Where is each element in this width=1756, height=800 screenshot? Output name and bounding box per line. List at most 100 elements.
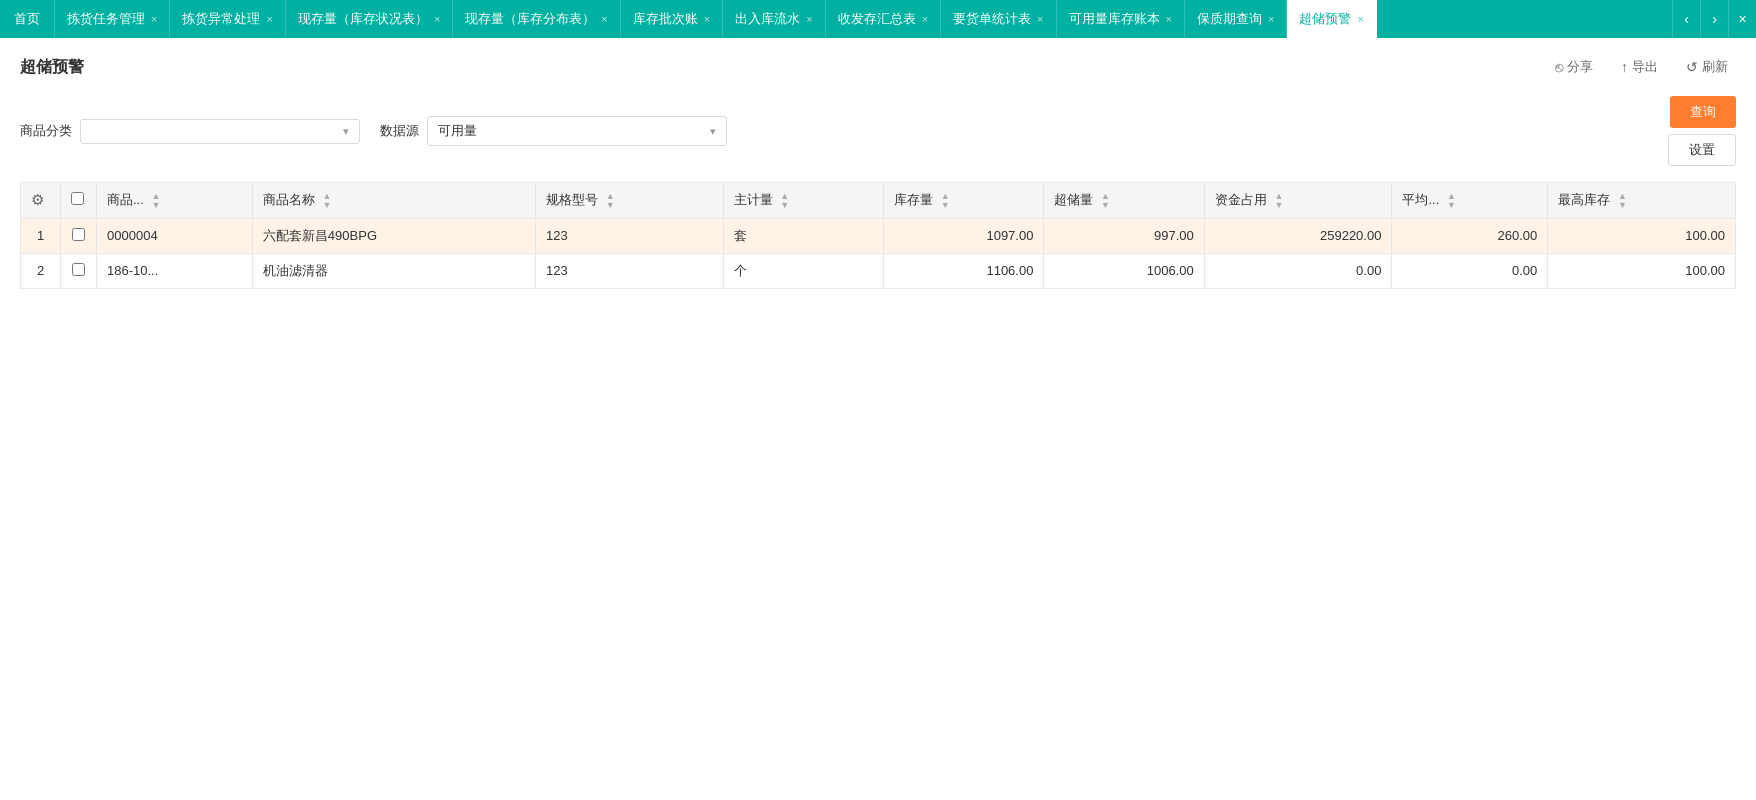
row-unit: 套 xyxy=(723,218,883,253)
nav-tab-8[interactable]: 可用量库存账本 × xyxy=(1057,0,1185,38)
table-row: 2 186-10... 机油滤清器 123 个 1106.00 1006.00 … xyxy=(21,253,1736,288)
row-code: 186-10... xyxy=(97,253,253,288)
close-tab-4-icon[interactable]: × xyxy=(704,13,710,25)
select-all-checkbox[interactable] xyxy=(71,192,84,205)
share-button[interactable]: ⎋ 分享 xyxy=(1547,54,1601,80)
nav-tab-7[interactable]: 要货单统计表 × xyxy=(941,0,1056,38)
th-gear: ⚙ xyxy=(21,183,61,219)
th-checkbox xyxy=(61,183,97,219)
datasource-label: 数据源 xyxy=(380,122,419,140)
close-tab-7-icon[interactable]: × xyxy=(1037,13,1043,25)
refresh-icon: ↺ xyxy=(1686,59,1698,75)
close-tab-10-icon[interactable]: × xyxy=(1357,13,1363,25)
row-over: 997.00 xyxy=(1044,218,1204,253)
sort-avg-icon: ▲▼ xyxy=(1447,192,1456,210)
share-icon: ⎋ xyxy=(1555,59,1563,75)
page-title: 超储预警 xyxy=(20,57,1547,78)
export-icon: ↑ xyxy=(1621,59,1628,75)
table-row: 1 0000004 六配套新昌490BPG 123 套 1097.00 997.… xyxy=(21,218,1736,253)
row-name: 六配套新昌490BPG xyxy=(252,218,535,253)
data-table: ⚙ 商品... ▲▼ 商品名称 ▲▼ 规格型号 ▲▼ 主计 xyxy=(20,182,1736,289)
row-checkbox[interactable] xyxy=(72,228,85,241)
settings-button[interactable]: 设置 xyxy=(1668,134,1736,166)
sort-spec-icon: ▲▼ xyxy=(606,192,615,210)
row-stock: 1106.00 xyxy=(884,253,1044,288)
th-code[interactable]: 商品... ▲▼ xyxy=(97,183,253,219)
page-header: 超储预警 ⎋ 分享 ↑ 导出 ↺ 刷新 xyxy=(20,54,1736,80)
th-max-stock[interactable]: 最高库存 ▲▼ xyxy=(1548,183,1736,219)
row-spec: 123 xyxy=(536,253,724,288)
datasource-chevron-icon: ▾ xyxy=(710,125,716,138)
nav-tab-4[interactable]: 库存批次账 × xyxy=(621,0,723,38)
row-max-stock: 100.00 xyxy=(1548,253,1736,288)
close-tab-3-icon[interactable]: × xyxy=(601,13,607,25)
nav-tab-1[interactable]: 拣货异常处理 × xyxy=(170,0,285,38)
row-checkbox[interactable] xyxy=(72,263,85,276)
th-stock[interactable]: 库存量 ▲▼ xyxy=(884,183,1044,219)
refresh-button[interactable]: ↺ 刷新 xyxy=(1678,54,1736,80)
nav-arrows: ‹ › × xyxy=(1672,0,1756,38)
close-tab-8-icon[interactable]: × xyxy=(1166,13,1172,25)
table-header-row: ⚙ 商品... ▲▼ 商品名称 ▲▼ 规格型号 ▲▼ 主计 xyxy=(21,183,1736,219)
nav-close-button[interactable]: × xyxy=(1728,0,1756,38)
nav-tab-5[interactable]: 出入库流水 × xyxy=(723,0,825,38)
row-checkbox-cell xyxy=(61,218,97,253)
row-checkbox-cell xyxy=(61,253,97,288)
th-over[interactable]: 超储量 ▲▼ xyxy=(1044,183,1204,219)
nav-tab-9[interactable]: 保质期查询 × xyxy=(1185,0,1287,38)
nav-home[interactable]: 首页 xyxy=(0,0,55,38)
row-name: 机油滤清器 xyxy=(252,253,535,288)
datasource-filter: 数据源 可用量 ▾ xyxy=(380,116,727,146)
export-button[interactable]: ↑ 导出 xyxy=(1613,54,1666,80)
query-button[interactable]: 查询 xyxy=(1670,96,1736,128)
row-over: 1006.00 xyxy=(1044,253,1204,288)
close-tab-6-icon[interactable]: × xyxy=(922,13,928,25)
close-tab-5-icon[interactable]: × xyxy=(806,13,812,25)
nav-tab-2[interactable]: 现存量（库存状况表） × xyxy=(286,0,453,38)
close-tab-1-icon[interactable]: × xyxy=(266,13,272,25)
nav-tab-6[interactable]: 收发存汇总表 × xyxy=(826,0,941,38)
sort-name-icon: ▲▼ xyxy=(322,192,331,210)
row-index: 1 xyxy=(21,218,61,253)
row-max-stock: 100.00 xyxy=(1548,218,1736,253)
nav-prev-button[interactable]: ‹ xyxy=(1672,0,1700,38)
sort-max-stock-icon: ▲▼ xyxy=(1618,192,1627,210)
nav-tab-10[interactable]: 超储预警 × xyxy=(1287,0,1376,38)
row-avg: 0.00 xyxy=(1392,253,1548,288)
th-spec[interactable]: 规格型号 ▲▼ xyxy=(536,183,724,219)
category-select[interactable]: ▾ xyxy=(80,119,360,144)
close-tab-9-icon[interactable]: × xyxy=(1268,13,1274,25)
nav-tab-0[interactable]: 拣货任务管理 × xyxy=(55,0,170,38)
category-chevron-icon: ▾ xyxy=(343,125,349,138)
close-tab-2-icon[interactable]: × xyxy=(434,13,440,25)
th-unit[interactable]: 主计量 ▲▼ xyxy=(723,183,883,219)
sort-over-icon: ▲▼ xyxy=(1101,192,1110,210)
datasource-select-value: 可用量 xyxy=(438,122,477,140)
row-spec: 123 xyxy=(536,218,724,253)
sort-code-icon: ▲▼ xyxy=(151,192,160,210)
header-actions: ⎋ 分享 ↑ 导出 ↺ 刷新 xyxy=(1547,54,1736,80)
th-avg[interactable]: 平均... ▲▼ xyxy=(1392,183,1548,219)
category-label: 商品分类 xyxy=(20,122,72,140)
page-content: 超储预警 ⎋ 分享 ↑ 导出 ↺ 刷新 商品分类 ▾ 数据源 xyxy=(0,38,1756,800)
category-filter: 商品分类 ▾ xyxy=(20,119,360,144)
datasource-select[interactable]: 可用量 ▾ xyxy=(427,116,727,146)
filter-buttons: 查询 设置 xyxy=(1668,96,1736,166)
gear-settings-icon[interactable]: ⚙ xyxy=(31,191,44,208)
filter-row: 商品分类 ▾ 数据源 可用量 ▾ 查询 设置 xyxy=(20,96,1736,166)
row-unit: 个 xyxy=(723,253,883,288)
row-stock: 1097.00 xyxy=(884,218,1044,253)
sort-stock-icon: ▲▼ xyxy=(941,192,950,210)
top-navigation: 首页 拣货任务管理 × 拣货异常处理 × 现存量（库存状况表） × 现存量（库存… xyxy=(0,0,1756,38)
th-capital[interactable]: 资金占用 ▲▼ xyxy=(1204,183,1392,219)
row-capital: 0.00 xyxy=(1204,253,1392,288)
row-capital: 259220.00 xyxy=(1204,218,1392,253)
row-code: 0000004 xyxy=(97,218,253,253)
row-avg: 260.00 xyxy=(1392,218,1548,253)
nav-tab-3[interactable]: 现存量（库存分布表） × xyxy=(453,0,620,38)
row-index: 2 xyxy=(21,253,61,288)
sort-capital-icon: ▲▼ xyxy=(1274,192,1283,210)
nav-next-button[interactable]: › xyxy=(1700,0,1728,38)
th-name[interactable]: 商品名称 ▲▼ xyxy=(252,183,535,219)
close-tab-0-icon[interactable]: × xyxy=(151,13,157,25)
